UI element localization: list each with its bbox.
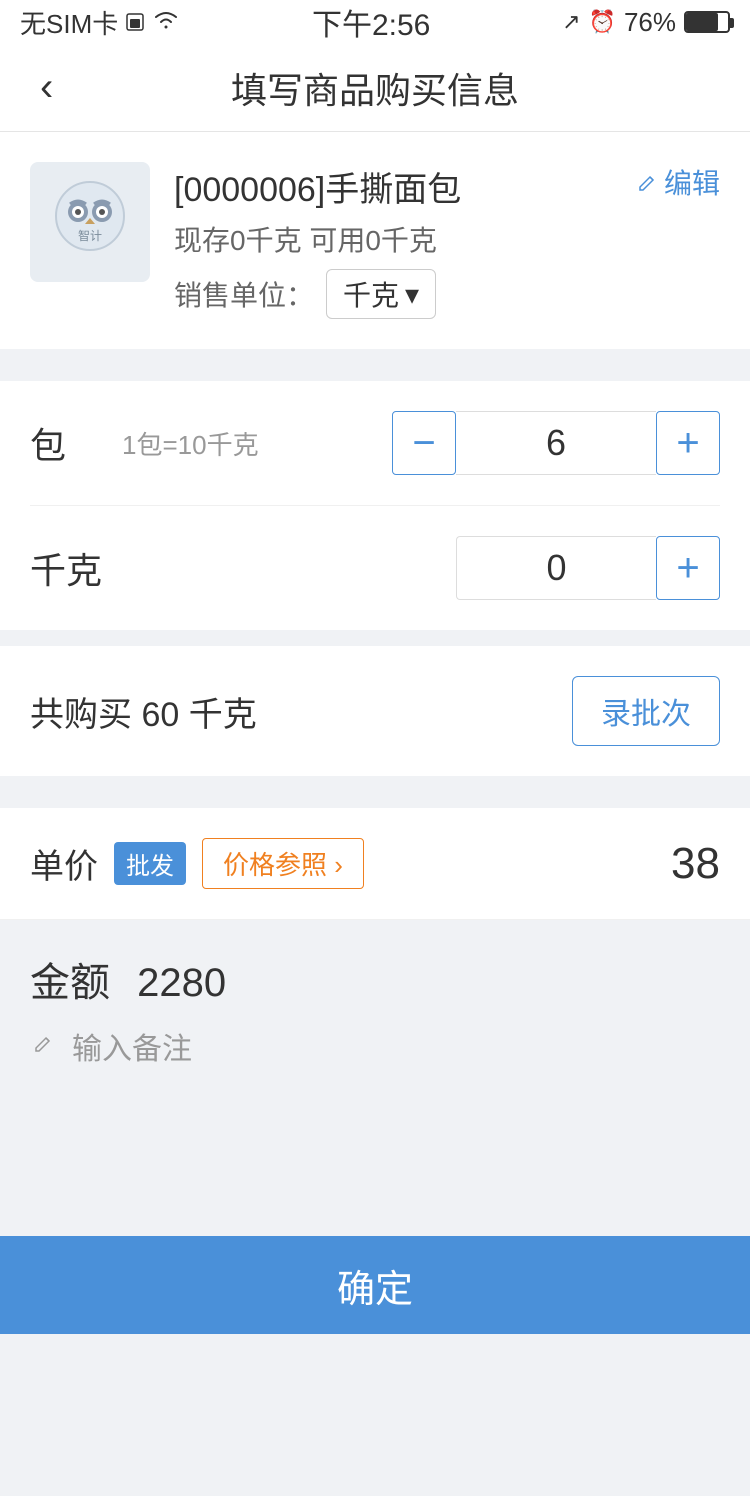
edit-button[interactable]: 编辑 bbox=[636, 162, 720, 202]
divider-2 bbox=[0, 630, 750, 646]
status-right: ↗ ⏰ 76% bbox=[562, 7, 730, 38]
edit-icon bbox=[636, 170, 660, 194]
edit-label: 编辑 bbox=[664, 162, 720, 202]
package-label: 包 bbox=[30, 417, 110, 469]
amount-row: 金额 2280 bbox=[30, 950, 720, 1008]
package-increment-button[interactable]: + bbox=[656, 411, 720, 475]
alarm-icon: ⏰ bbox=[589, 9, 616, 35]
price-left: 单价 批发 价格参照 › bbox=[30, 838, 364, 889]
unit-dropdown-icon: ▾ bbox=[405, 278, 419, 311]
divider-1 bbox=[0, 365, 750, 381]
package-control: − + bbox=[392, 411, 720, 475]
confirm-button[interactable]: 确定 bbox=[0, 1236, 750, 1334]
quantity-section: 包 1包=10千克 − + 千克 + bbox=[0, 381, 750, 630]
kilogram-increment-button[interactable]: + bbox=[656, 536, 720, 600]
battery-icon bbox=[684, 11, 730, 33]
total-section: 共购买 60 千克 录批次 bbox=[0, 646, 750, 776]
unit-value: 千克 bbox=[343, 274, 399, 314]
amount-value: 2280 bbox=[137, 961, 226, 1005]
sim-icon bbox=[126, 7, 144, 38]
package-row: 包 1包=10千克 − + bbox=[30, 381, 720, 506]
total-text: 共购买 60 千克 bbox=[30, 687, 257, 736]
price-ref-button[interactable]: 价格参照 › bbox=[202, 838, 364, 889]
package-hint: 1包=10千克 bbox=[122, 425, 392, 462]
divider-3 bbox=[0, 792, 750, 808]
note-placeholder: 输入备注 bbox=[72, 1024, 192, 1068]
page-title: 填写商品购买信息 bbox=[231, 62, 519, 114]
batch-button[interactable]: 录批次 bbox=[572, 676, 720, 746]
price-row: 单价 批发 价格参照 › 38 bbox=[30, 838, 720, 889]
unit-select[interactable]: 千克 ▾ bbox=[326, 269, 436, 319]
kilogram-control: + bbox=[456, 536, 720, 600]
unit-label: 销售单位： bbox=[174, 274, 314, 314]
back-button[interactable]: ‹ bbox=[30, 55, 63, 120]
price-tag: 批发 bbox=[114, 842, 186, 885]
carrier-text: 无SIM卡 bbox=[20, 4, 118, 41]
product-card: 智计 [0000006]手撕面包 编辑 现存0千克 可用0千克 销售单位： bbox=[0, 132, 750, 349]
package-decrement-button[interactable]: − bbox=[392, 411, 456, 475]
product-title-row: [0000006]手撕面包 编辑 bbox=[174, 162, 720, 211]
location-icon: ↗ bbox=[562, 9, 580, 35]
amount-label: 金额 bbox=[30, 961, 110, 1005]
product-info: [0000006]手撕面包 编辑 现存0千克 可用0千克 销售单位： 千克 ▾ bbox=[174, 162, 720, 319]
wifi-icon bbox=[152, 7, 180, 38]
price-section: 单价 批发 价格参照 › 38 bbox=[0, 808, 750, 920]
product-unit-row: 销售单位： 千克 ▾ bbox=[174, 269, 720, 319]
svg-text:智计: 智计 bbox=[78, 228, 102, 243]
status-left: 无SIM卡 bbox=[20, 4, 180, 41]
amount-section: 金额 2280 输入备注 bbox=[0, 920, 750, 1098]
price-label: 单价 bbox=[30, 839, 98, 888]
status-time: 下午2:56 bbox=[312, 0, 430, 44]
kilogram-input[interactable] bbox=[456, 536, 656, 600]
package-input[interactable] bbox=[456, 411, 656, 475]
nav-bar: ‹ 填写商品购买信息 bbox=[0, 44, 750, 132]
note-row[interactable]: 输入备注 bbox=[30, 1024, 720, 1068]
product-stock: 现存0千克 可用0千克 bbox=[174, 219, 720, 259]
kilogram-row: 千克 + bbox=[30, 506, 720, 630]
product-image: 智计 bbox=[30, 162, 150, 282]
product-name: [0000006]手撕面包 bbox=[174, 162, 461, 211]
product-logo: 智计 bbox=[54, 180, 126, 264]
status-bar: 无SIM卡 下午2:56 ↗ ⏰ 76% bbox=[0, 0, 750, 44]
note-icon bbox=[30, 1027, 60, 1065]
kilogram-label: 千克 bbox=[30, 542, 110, 594]
battery-text: 76% bbox=[624, 7, 676, 38]
price-value: 38 bbox=[671, 839, 720, 889]
